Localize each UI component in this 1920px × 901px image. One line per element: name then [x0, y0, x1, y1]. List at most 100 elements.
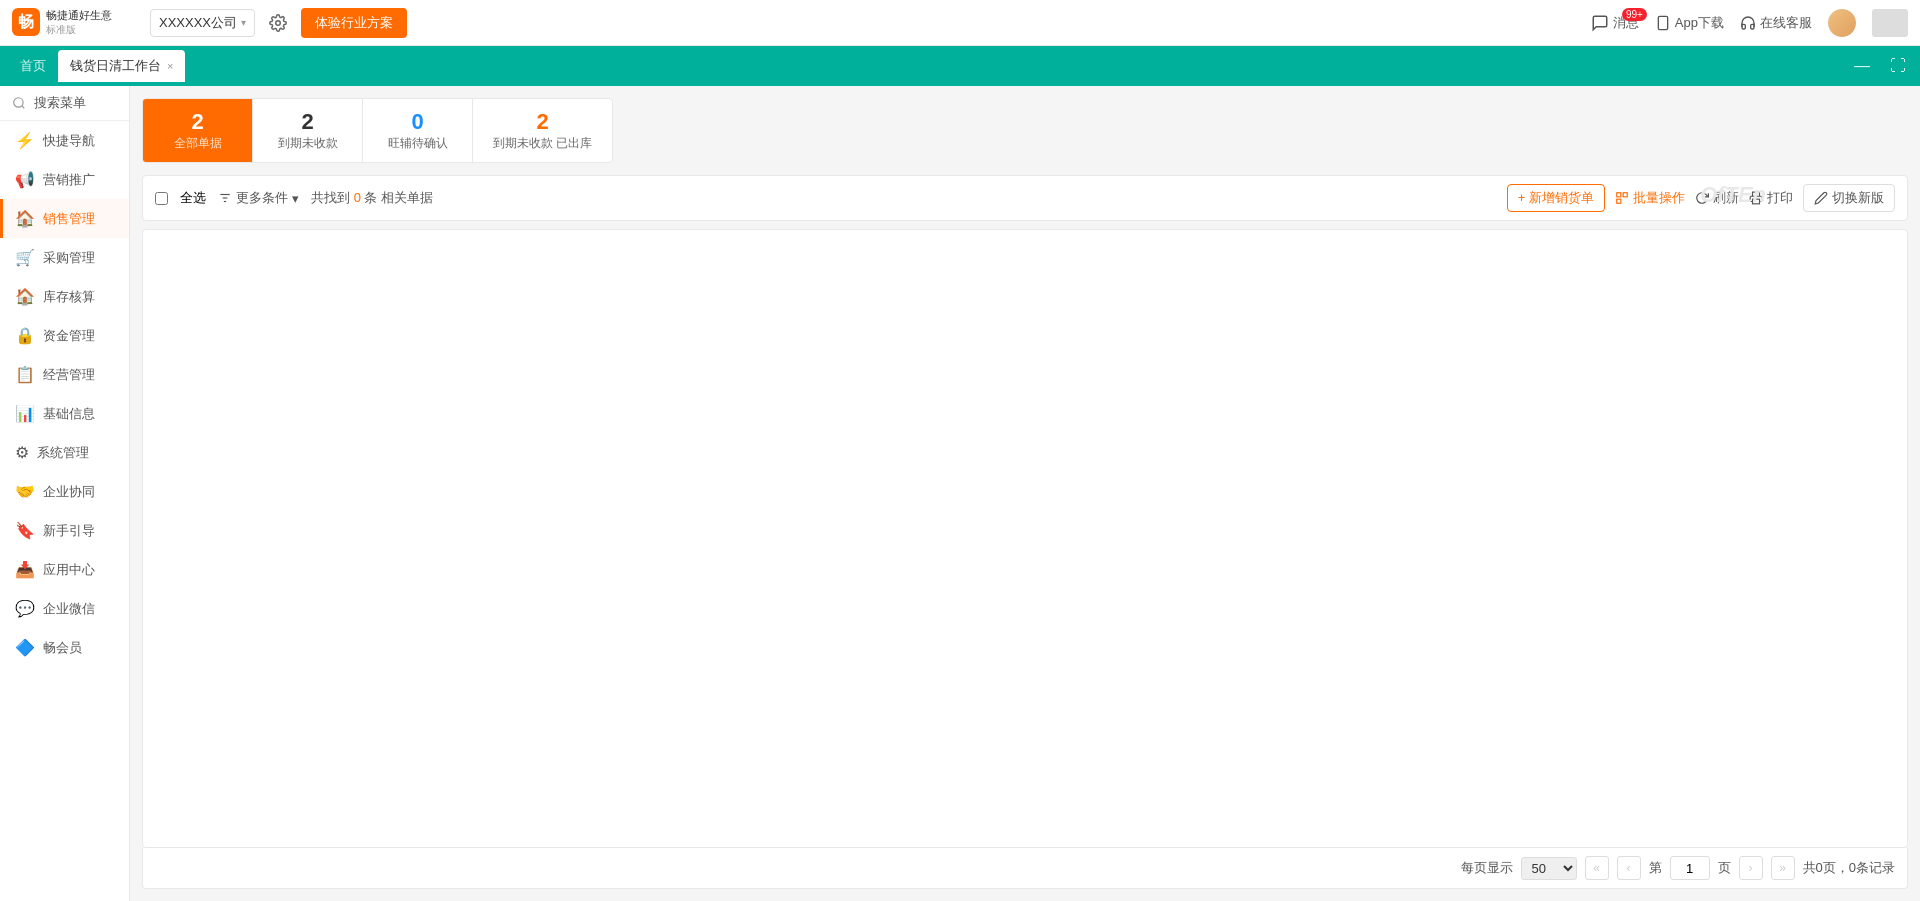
tab-active[interactable]: 钱货日清工作台 × [58, 50, 185, 82]
logo-line1: 畅捷通好生意 [46, 8, 112, 22]
purchase-icon: 🛒 [15, 248, 35, 267]
sidebar-item-system[interactable]: ⚙ 系统管理 [0, 433, 129, 472]
sidebar-item-label: 基础信息 [43, 405, 95, 423]
sidebar-item-marketing[interactable]: 📢 营销推广 [0, 160, 129, 199]
wechat-icon: 💬 [15, 599, 35, 618]
main-layout: 搜索菜单 ⚡ 快捷导航 📢 营销推广 🏠 销售管理 🛒 采购管理 🏠 库存核算 … [0, 86, 1920, 901]
sidebar-item-label: 企业协同 [43, 483, 95, 501]
found-text: 共找到 0 条 相关单据 [311, 189, 433, 207]
app-download-button[interactable]: App下载 [1655, 14, 1724, 32]
guide-icon: 🔖 [15, 521, 35, 540]
sidebar-item-inventory[interactable]: 🏠 库存核算 [0, 277, 129, 316]
svg-rect-9 [1623, 193, 1627, 197]
svg-line-4 [22, 106, 25, 109]
sidebar-item-label: 应用中心 [43, 561, 95, 579]
tab-home[interactable]: 首页 [8, 50, 58, 82]
sidebar-item-label: 快捷导航 [43, 132, 95, 150]
pagination-bar: 每页显示 50 10 20 100 « ‹ 第 页 › » 共0页，0条记录 [142, 848, 1908, 889]
tab-expand-button[interactable]: ⛶ [1884, 55, 1912, 77]
avatar[interactable] [1828, 9, 1856, 37]
page-label: 第 [1649, 859, 1662, 877]
page-size-select[interactable]: 50 10 20 100 [1521, 857, 1577, 880]
stat-tab-overdue[interactable]: 2 到期未收款 [253, 99, 363, 162]
sidebar-item-label: 营销推广 [43, 171, 95, 189]
sidebar-item-wechat[interactable]: 💬 企业微信 [0, 589, 129, 628]
print-button[interactable]: 打印 [1749, 189, 1793, 207]
found-count: 0 [354, 190, 361, 205]
member-icon: 🔷 [15, 638, 35, 657]
tab-close-icon[interactable]: × [167, 60, 173, 72]
select-all-checkbox[interactable] [155, 192, 168, 205]
more-filters-button[interactable]: 更多条件 ▾ [218, 189, 299, 207]
page-input[interactable] [1670, 856, 1710, 880]
toolbar: 全选 更多条件 ▾ 共找到 0 条 相关单据 [142, 175, 1908, 221]
more-filters-label: 更多条件 [236, 189, 288, 207]
sales-icon: 🏠 [15, 209, 35, 228]
company-selector[interactable]: XXXXXX公司 ▾ [150, 9, 255, 37]
first-page-button[interactable]: « [1585, 856, 1609, 880]
online-service-button[interactable]: 在线客服 [1740, 14, 1812, 32]
sidebar-item-label: 销售管理 [43, 210, 95, 228]
table-area [142, 229, 1908, 848]
new-sale-button[interactable]: + 新增销货单 [1507, 184, 1605, 212]
avatar-image [1828, 9, 1856, 37]
sidebar-item-cooperation[interactable]: 🤝 企业协同 [0, 472, 129, 511]
tab-minimize-button[interactable]: — [1848, 55, 1876, 77]
tab-active-label: 钱货日清工作台 [70, 57, 161, 75]
basic-info-icon: 📊 [15, 404, 35, 423]
svg-point-0 [276, 20, 281, 25]
sidebar-item-member[interactable]: 🔷 畅会员 [0, 628, 129, 667]
message-button[interactable]: 消息 99+ [1591, 14, 1639, 32]
sidebar-search-label: 搜索菜单 [34, 94, 86, 112]
sidebar-item-operation[interactable]: 📋 经营管理 [0, 355, 129, 394]
logo-line2: 标准版 [46, 23, 112, 37]
sidebar-item-label: 采购管理 [43, 249, 95, 267]
found-unit: 条 [364, 190, 377, 205]
sidebar-item-label: 系统管理 [37, 444, 89, 462]
sidebar-item-label: 库存核算 [43, 288, 95, 306]
toolbar-right: + 新增销货单 批量操作 刷新 [1507, 184, 1895, 212]
batch-label: 批量操作 [1633, 189, 1685, 207]
finance-icon: 🔒 [15, 326, 35, 345]
content-inner: 2 全部单据 2 到期未收款 0 旺辅待确认 2 到期未收款 已出库 [130, 86, 1920, 901]
sidebar-item-purchase[interactable]: 🛒 采购管理 [0, 238, 129, 277]
sidebar-item-sales[interactable]: 🏠 销售管理 [0, 199, 129, 238]
stat-num-pending: 0 [383, 109, 452, 135]
trial-button[interactable]: 体验行业方案 [301, 8, 407, 38]
stat-label-overdue: 到期未收款 [278, 136, 338, 150]
refresh-button[interactable]: 刷新 [1695, 189, 1739, 207]
stat-num-overdue: 2 [273, 109, 342, 135]
prev-page-button[interactable]: ‹ [1617, 856, 1641, 880]
online-service-label: 在线客服 [1760, 14, 1812, 32]
sidebar-item-label: 畅会员 [43, 639, 82, 657]
stat-label-pending: 旺辅待确认 [388, 136, 448, 150]
found-suffix: 相关单据 [381, 190, 433, 205]
next-page-button[interactable]: › [1739, 856, 1763, 880]
svg-rect-8 [1617, 193, 1621, 197]
sidebar-search[interactable]: 搜索菜单 [0, 86, 129, 121]
marketing-icon: 📢 [15, 170, 35, 189]
svg-rect-1 [1658, 16, 1667, 29]
switch-new-button[interactable]: 切换新版 [1803, 184, 1895, 212]
svg-rect-11 [1753, 200, 1760, 205]
sidebar-item-guide[interactable]: 🔖 新手引导 [0, 511, 129, 550]
inventory-icon: 🏠 [15, 287, 35, 306]
logo-icon: 畅 [12, 8, 40, 36]
sidebar-item-quick-nav[interactable]: ⚡ 快捷导航 [0, 121, 129, 160]
system-icon: ⚙ [15, 443, 29, 462]
sidebar-item-app-center[interactable]: 📥 应用中心 [0, 550, 129, 589]
operation-icon: 📋 [15, 365, 35, 384]
tab-bar: 首页 钱货日清工作台 × — ⛶ [0, 46, 1920, 86]
last-page-button[interactable]: » [1771, 856, 1795, 880]
top-header: 畅 畅捷通好生意 标准版 XXXXXX公司 ▾ 体验行业方案 消息 99+ Ap… [0, 0, 1920, 46]
batch-operation-button[interactable]: 批量操作 [1615, 189, 1685, 207]
stat-tab-overdue-out[interactable]: 2 到期未收款 已出库 [473, 99, 612, 162]
stat-tab-all[interactable]: 2 全部单据 [143, 99, 253, 162]
sidebar-item-basic-info[interactable]: 📊 基础信息 [0, 394, 129, 433]
select-all-label: 全选 [180, 189, 206, 207]
stat-num-all: 2 [163, 109, 232, 135]
stat-tab-pending[interactable]: 0 旺辅待确认 [363, 99, 473, 162]
main-content: 2 全部单据 2 到期未收款 0 旺辅待确认 2 到期未收款 已出库 [130, 86, 1920, 901]
settings-button[interactable] [263, 8, 293, 38]
sidebar-item-finance[interactable]: 🔒 资金管理 [0, 316, 129, 355]
